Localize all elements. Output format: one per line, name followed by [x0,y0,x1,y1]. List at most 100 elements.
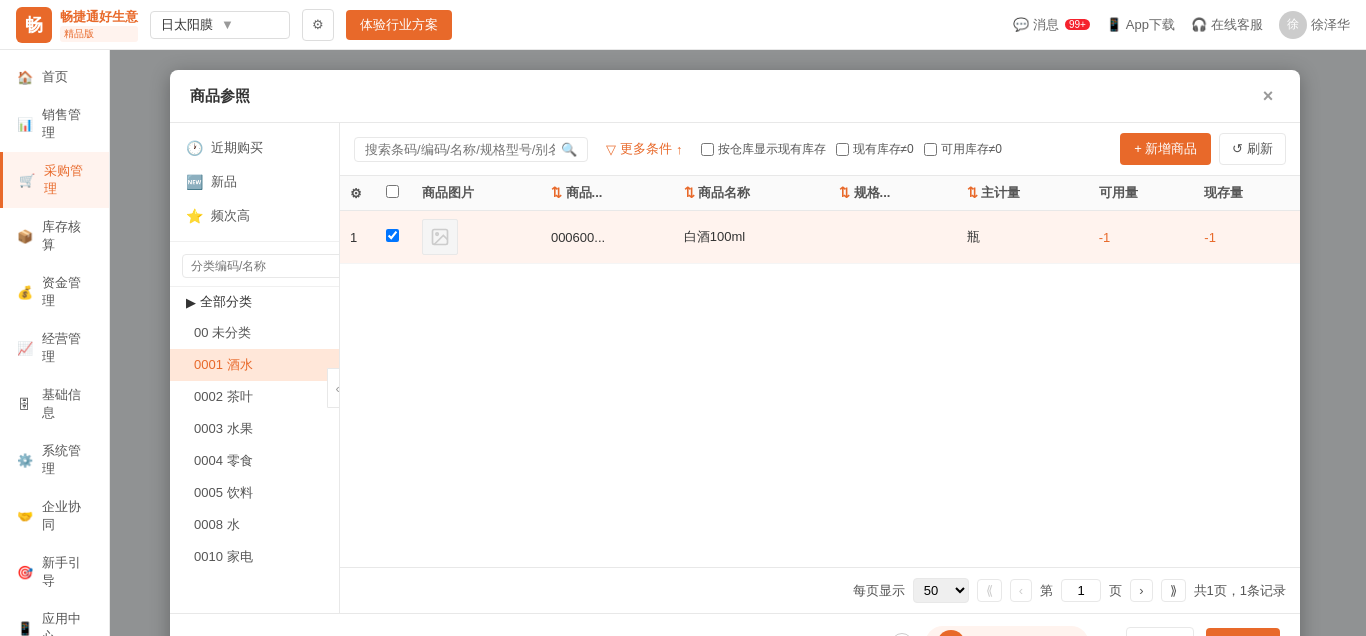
sidebar-item-enterprise[interactable]: 🤝 企业协同 [0,488,109,544]
col-spec[interactable]: ⇅ 规格... [829,176,957,211]
sidebar-label-sales: 销售管理 [42,106,93,142]
category-search-row: 🔍 [170,246,339,287]
modal-header: 商品参照 × [170,70,1300,123]
cart-icon: 🛒 [937,630,965,636]
row-image [412,211,541,264]
sidebar-item-finance[interactable]: 💰 资金管理 [0,264,109,320]
sidebar-item-purchase[interactable]: 🛒 采购管理 [0,152,109,208]
finance-icon: 💰 [16,283,34,301]
sidebar-collapse-button[interactable]: « [327,368,340,408]
col-name[interactable]: ⇅ 商品名称 [674,176,829,211]
category-item-7[interactable]: 0010 家电 [170,541,339,573]
sidebar-item-basic-info[interactable]: 🗄 基础信息 [0,376,109,432]
user-profile-button[interactable]: 徐 徐泽华 [1279,11,1350,39]
filter-up-icon: ↑ [676,142,683,157]
cart-badge: 🛒 连续选择的商品 0 [925,626,1089,636]
top-navigation: 畅 畅捷通好生意 精品版 日太阳膜 ▼ ⚙ 体验行业方案 💬 消息 99+ 📱 … [0,0,1366,50]
available-stock-checkbox[interactable] [924,143,937,156]
current-stock-checkbox[interactable] [836,143,849,156]
col-image: 商品图片 [412,176,541,211]
sidebar-item-tutorial[interactable]: 🎯 新手引导 [0,544,109,600]
row-checkbox[interactable] [376,211,412,264]
category-item-6[interactable]: 0008 水 [170,509,339,541]
settings-col-icon[interactable]: ⚙ [350,186,362,201]
all-categories-item[interactable]: ▶ 全部分类 [170,287,339,317]
sidebar-item-inventory[interactable]: 📦 库存核算 [0,208,109,264]
col-available[interactable]: 可用量 [1089,176,1195,211]
col-checkbox [376,176,412,211]
category-item-3[interactable]: 0003 水果 [170,413,339,445]
sidebar-item-home[interactable]: 🏠 首页 [0,58,109,96]
sidebar-item-app-center[interactable]: 📱 应用中心 [0,600,109,636]
sidebar-item-sales[interactable]: 📊 销售管理 [0,96,109,152]
logo-icon: 畅 [16,7,52,43]
cancel-button[interactable]: 取消 [1126,627,1194,636]
app-icon: 📱 [16,619,34,636]
page-size-select[interactable]: 50 100 200 [913,578,969,603]
filter-button[interactable]: ▽ 更多条件 ↑ [598,136,691,162]
checkbox-current-stock[interactable]: 现有库存≠0 [836,141,914,158]
category-item-4[interactable]: 0004 零食 [170,445,339,477]
table-row[interactable]: 1 000600... 白酒100ml 瓶 [340,211,1300,264]
sidebar-item-system[interactable]: ⚙️ 系统管理 [0,432,109,488]
sort-icon-spec: ⇅ [839,185,850,200]
product-table: ⚙ 商品图片 ⇅ 商品... [340,176,1300,567]
next-page-button[interactable]: › [1130,579,1152,602]
product-search-input[interactable] [365,142,555,157]
sidebar-label-home: 首页 [42,68,68,86]
checkbox-by-warehouse[interactable]: 按仓库显示现有库存 [701,141,826,158]
by-warehouse-checkbox[interactable] [701,143,714,156]
quick-item-recent[interactable]: 🕐 近期购买 [170,131,339,165]
footer-right: ? 🛒 连续选择的商品 0 ▲ 取消 确定 [891,626,1280,636]
checkbox-available-stock[interactable]: 可用库存≠0 [924,141,1002,158]
sidebar-label-app-center: 应用中心 [42,610,93,636]
pagination-bar: 每页显示 50 100 200 ⟪ ‹ 第 页 › ⟫ 共1页，1条记录 [340,567,1300,613]
category-item-1[interactable]: 0001 酒水 [170,349,339,381]
sidebar-label-purchase: 采购管理 [44,162,93,198]
select-all-checkbox[interactable] [386,185,399,198]
chevron-down-icon: ▼ [221,17,234,32]
home-icon: 🏠 [16,68,34,86]
category-item-2[interactable]: 0002 茶叶 [170,381,339,413]
sidebar-label-enterprise: 企业协同 [42,498,93,534]
customer-service-button[interactable]: 🎧 在线客服 [1191,16,1263,34]
refresh-button[interactable]: ↺ 刷新 [1219,133,1286,165]
quick-item-new[interactable]: 🆕 新品 [170,165,339,199]
product-area: 🔍 ▽ 更多条件 ↑ 按仓库显示现有库存 现有库存≠0 [340,123,1300,613]
product-reference-modal: 商品参照 × 🕐 近期购买 🆕 新品 ⭐ [170,70,1300,636]
modal-body: 🕐 近期购买 🆕 新品 ⭐ 频次高 🔍 [170,123,1300,613]
logo-text: 畅捷通好生意 精品版 [60,8,138,42]
company-selector[interactable]: 日太阳膜 ▼ [150,11,290,39]
modal-close-button[interactable]: × [1256,84,1280,108]
quick-item-frequent[interactable]: ⭐ 频次高 [170,199,339,233]
quick-category-items: 🕐 近期购买 🆕 新品 ⭐ 频次高 [170,131,339,242]
app-download-button[interactable]: 📱 App下载 [1106,16,1175,34]
message-icon: 💬 [1013,17,1029,32]
prev-page-button[interactable]: ‹ [1010,579,1032,602]
sidebar-label-tutorial: 新手引导 [42,554,93,590]
add-product-button[interactable]: + 新增商品 [1120,133,1211,165]
col-code[interactable]: ⇅ 商品... [541,176,674,211]
category-search-input[interactable] [182,254,340,278]
enterprise-icon: 🤝 [16,507,34,525]
first-page-button[interactable]: ⟪ [977,579,1002,602]
sidebar-item-operations[interactable]: 📈 经营管理 [0,320,109,376]
logo-area: 畅 畅捷通好生意 精品版 [16,7,138,43]
last-page-button[interactable]: ⟫ [1161,579,1186,602]
col-stock[interactable]: 现存量 [1194,176,1300,211]
product-search-icon[interactable]: 🔍 [561,142,577,157]
messages-button[interactable]: 💬 消息 99+ [1013,16,1090,34]
category-item-5[interactable]: 0005 饮料 [170,477,339,509]
sales-icon: 📊 [16,115,34,133]
col-unit[interactable]: ⇅ 主计量 [957,176,1089,211]
operations-icon: 📈 [16,339,34,357]
settings-button[interactable]: ⚙ [302,9,334,41]
sidebar-label-operations: 经营管理 [42,330,93,366]
confirm-button[interactable]: 确定 [1206,628,1280,636]
category-item-0[interactable]: 00 未分类 [170,317,339,349]
purchase-icon: 🛒 [19,171,36,189]
new-icon: 🆕 [186,174,203,190]
category-list: 00 未分类 0001 酒水 0002 茶叶 0003 水果 0004 零食 0… [170,317,339,573]
trial-button[interactable]: 体验行业方案 [346,10,452,40]
page-number-input[interactable] [1061,579,1101,602]
